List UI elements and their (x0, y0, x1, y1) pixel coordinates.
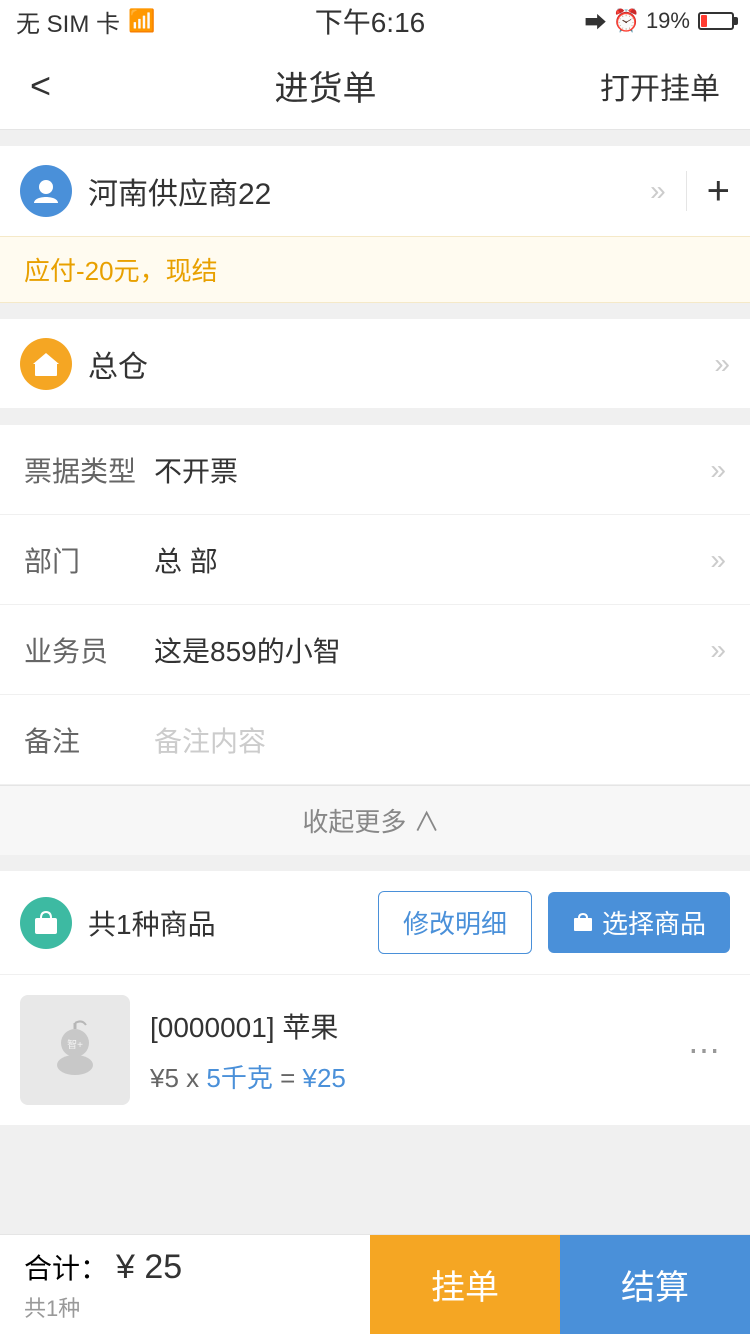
remark-label: 备注 (24, 720, 154, 760)
product-code: [0000001] (150, 1012, 282, 1043)
product-price: ¥5 x 5千克 = ¥25 (150, 1058, 678, 1095)
carrier-text: 无 SIM 卡 (16, 4, 120, 39)
product-section: 共1种商品 修改明细 选择商品 智+ [0000001] 苹果 (0, 871, 750, 1125)
checkout-button[interactable]: 结算 (560, 1235, 750, 1334)
sales-chevron-icon: » (710, 634, 726, 666)
dept-chevron-icon: » (710, 544, 726, 576)
battery-percent: 19% (646, 8, 690, 34)
alarm-icon: ⏰ (613, 8, 640, 34)
add-button[interactable]: + (707, 169, 730, 214)
warehouse-row[interactable]: 总仓 » (0, 319, 750, 409)
total-label: 合计： (24, 1247, 108, 1287)
invoice-label: 票据类型 (24, 450, 154, 490)
warehouse-icon (20, 338, 72, 390)
product-thumbnail: 智+ (20, 995, 130, 1105)
select-product-label: 选择商品 (602, 904, 706, 941)
shopping-icon (31, 908, 61, 938)
product-count: 共1种商品 (88, 903, 378, 943)
supplier-name: 河南供应商22 (88, 169, 650, 213)
product-item: 智+ [0000001] 苹果 ¥5 x 5千克 = ¥25 ⋯ (0, 975, 750, 1125)
select-product-button[interactable]: 选择商品 (548, 892, 730, 953)
sales-label: 业务员 (24, 630, 154, 670)
notice-bar: 应付-20元，现结 (0, 236, 750, 303)
status-right: ⮕ ⏰ 19% (585, 5, 734, 37)
status-time: 下午6:16 (315, 1, 426, 41)
status-bar: 无 SIM 卡 📶 下午6:16 ⮕ ⏰ 19% (0, 0, 750, 42)
total-amount: ¥ 25 (116, 1248, 182, 1287)
svg-text:智+: 智+ (67, 1038, 83, 1051)
dept-value: 总 部 (154, 540, 710, 580)
supplier-chevron-icon: » (650, 175, 666, 207)
bottom-bar: 合计： ¥ 25 共1种 挂单 结算 (0, 1234, 750, 1334)
gap-2 (0, 303, 750, 319)
product-section-icon (20, 897, 72, 949)
product-title: 苹果 (282, 1012, 338, 1043)
invoice-value: 不开票 (154, 450, 710, 490)
pending-button[interactable]: 挂单 (370, 1235, 560, 1334)
battery-fill (701, 15, 707, 27)
warehouse-chevron-icon: » (714, 348, 730, 380)
gap-3 (0, 409, 750, 425)
product-header: 共1种商品 修改明细 选择商品 (0, 871, 750, 975)
back-button[interactable]: < (30, 65, 51, 107)
supplier-avatar (20, 165, 72, 217)
dept-row[interactable]: 部门 总 部 » (0, 515, 750, 605)
sales-row[interactable]: 业务员 这是859的小智 » (0, 605, 750, 695)
more-options-icon[interactable]: ⋯ (678, 1021, 730, 1079)
warehouse-name: 总仓 (88, 342, 714, 386)
collapse-bar[interactable]: 收起更多 ∧ (0, 785, 750, 855)
product-info: [0000001] 苹果 ¥5 x 5千克 = ¥25 (150, 1006, 678, 1095)
gap-1 (0, 130, 750, 146)
form-section: 票据类型 不开票 » 部门 总 部 » 业务员 这是859的小智 » 备注 备注… (0, 425, 750, 785)
invoice-chevron-icon: » (710, 454, 726, 486)
supplier-section: 河南供应商22 » + 应付-20元，现结 (0, 146, 750, 303)
battery-icon (698, 12, 734, 30)
cart-icon (572, 912, 594, 934)
user-icon (30, 175, 62, 207)
invoice-row[interactable]: 票据类型 不开票 » (0, 425, 750, 515)
quantity: 5千克 (206, 1063, 272, 1093)
supplier-divider (686, 171, 687, 211)
bottom-spacer (0, 1125, 750, 1225)
total-price: ¥25 (303, 1063, 346, 1093)
wifi-icon: 📶 (128, 8, 155, 34)
dept-label: 部门 (24, 540, 154, 580)
equals: = (280, 1063, 302, 1093)
collapse-label: 收起更多 ∧ (302, 802, 439, 839)
page-title: 进货单 (275, 61, 377, 110)
sales-value: 这是859的小智 (154, 630, 710, 670)
remark-input[interactable]: 备注内容 (154, 720, 726, 760)
product-thumb-icon: 智+ (40, 1015, 110, 1085)
status-left: 无 SIM 卡 📶 (16, 4, 155, 39)
unit-price: ¥5 x (150, 1063, 206, 1093)
total-count: 共1种 (24, 1291, 346, 1323)
nav-bar: < 进货单 打开挂单 (0, 42, 750, 130)
warehouse-svg (31, 349, 61, 379)
open-pending-button[interactable]: 打开挂单 (600, 64, 720, 108)
supplier-row[interactable]: 河南供应商22 » + (0, 146, 750, 236)
total-section: 合计： ¥ 25 共1种 (0, 1235, 370, 1334)
edit-detail-button[interactable]: 修改明细 (378, 891, 532, 954)
location-icon: ⮕ (585, 5, 607, 37)
remark-row[interactable]: 备注 备注内容 (0, 695, 750, 785)
product-name: [0000001] 苹果 (150, 1006, 678, 1046)
warehouse-section: 总仓 » (0, 319, 750, 409)
